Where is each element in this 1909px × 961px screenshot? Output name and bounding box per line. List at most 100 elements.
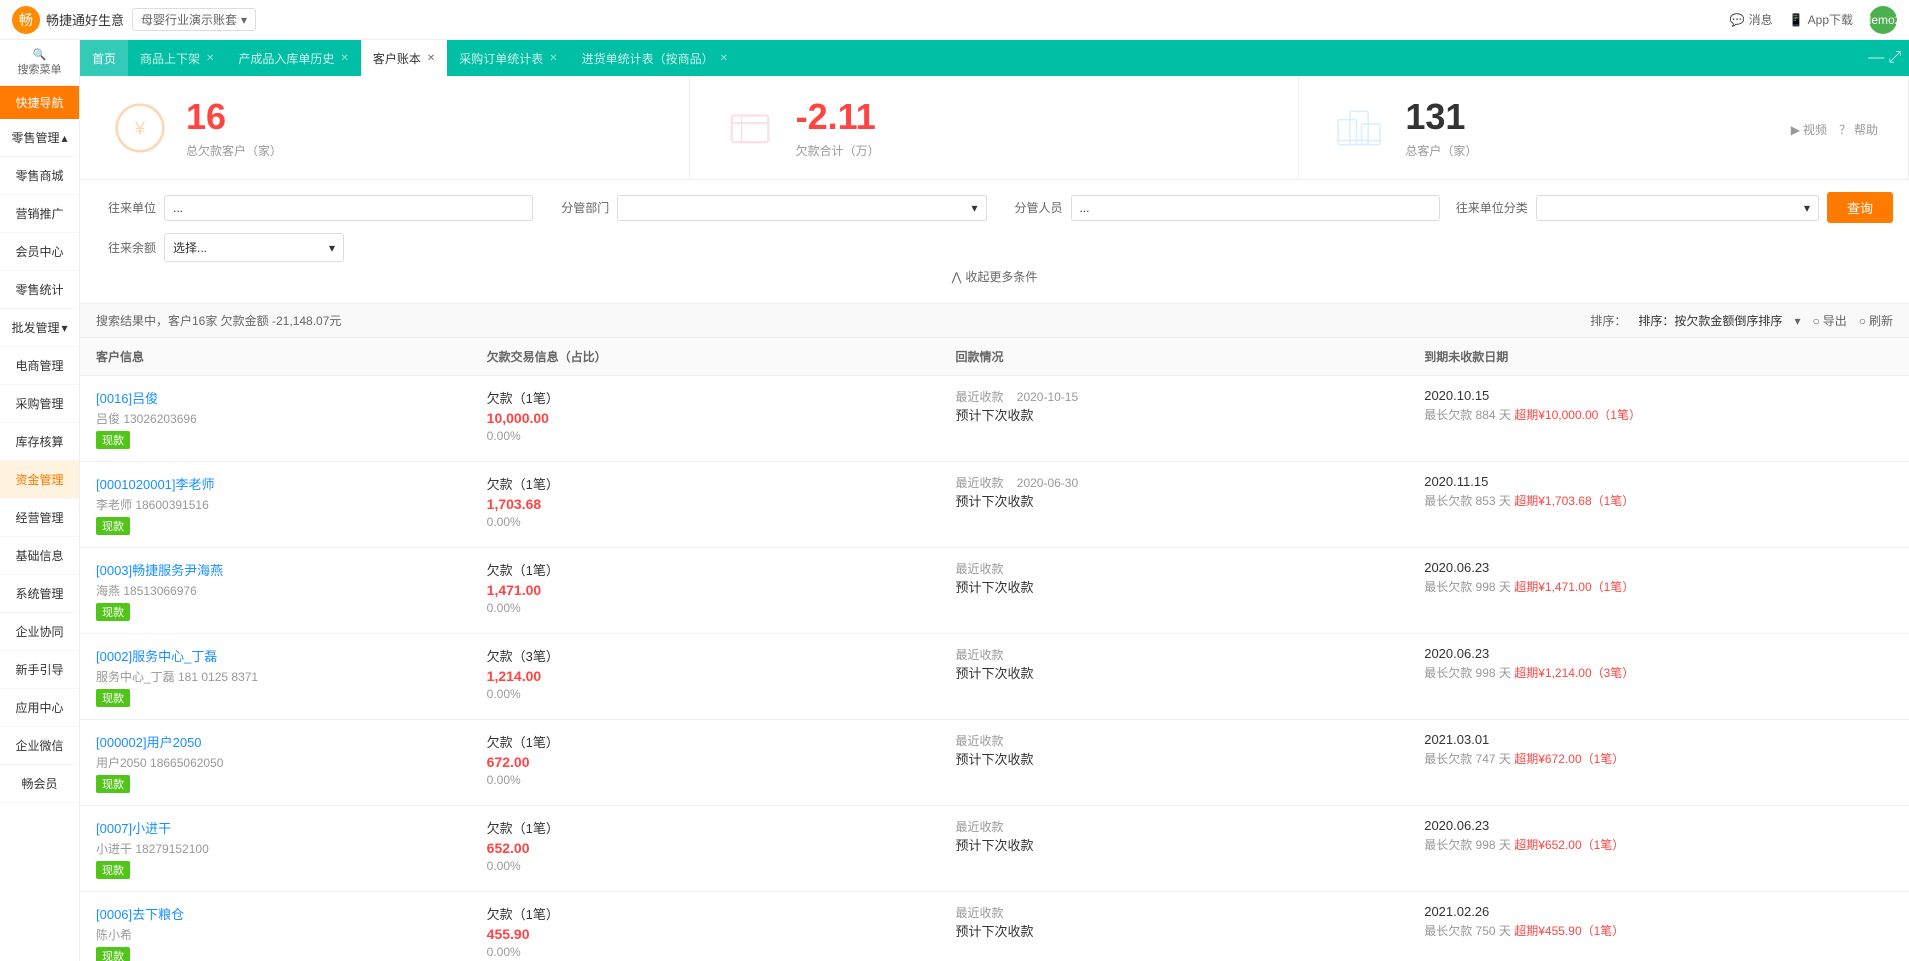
debt-percent-5: 0.00% (487, 859, 956, 873)
customer-name-0[interactable]: [0016]吕俊 (96, 391, 158, 406)
sidebar-item-enterprise-collab[interactable]: 企业协同 (0, 613, 79, 651)
app-download-button[interactable]: 📱 App下载 (1789, 11, 1853, 28)
tab-instock-stats-close[interactable]: ✕ (720, 53, 728, 64)
debt-cell-2: 欠款（1笔） 1,471.00 0.00% (487, 560, 956, 615)
tab-production[interactable]: 产成品入库单历史 ✕ (226, 40, 360, 76)
store-name: 母婴行业演示账套 (141, 11, 237, 28)
col-header-overdue: 到期未收款日期 (1424, 348, 1893, 365)
overdue-link-4[interactable]: 超期¥672.00（1笔） (1514, 752, 1624, 766)
search-button[interactable]: 查询 (1827, 192, 1893, 223)
person-input[interactable]: ... (1071, 195, 1440, 221)
customer-name-4[interactable]: [000002]用户2050 (96, 735, 202, 750)
tab-purchase-stats[interactable]: 采购订单统计表 ✕ (447, 40, 569, 76)
svg-text:¥: ¥ (134, 117, 146, 138)
debt-amount-0[interactable]: 10,000.00 (487, 410, 956, 426)
store-selector[interactable]: 母婴行业演示账套 ▾ (132, 8, 256, 31)
help-button[interactable]: ？ 帮助 (1839, 121, 1878, 138)
sidebar-item-member[interactable]: 畅会员 (0, 765, 79, 803)
overdue-link-3[interactable]: 超期¥1,214.00（3笔） (1514, 666, 1634, 680)
tab-products-close[interactable]: ✕ (206, 53, 214, 64)
membership-label: 会员中心 (15, 245, 63, 259)
balance-select[interactable]: 选择... ▾ (164, 233, 344, 262)
export-button[interactable]: ○ 导出 (1812, 312, 1846, 329)
customer-name-2[interactable]: [0003]畅捷服务尹海燕 (96, 563, 223, 578)
overdue-cell-4: 2021.03.01 最长欠款 747 天 超期¥672.00（1笔） (1424, 732, 1893, 767)
tab-customer-account[interactable]: 客户账本 ✕ (361, 40, 447, 76)
repay-latest-2: 最近收款 (955, 560, 1424, 577)
main-layout: 🔍 搜索菜单 快捷导航 零售管理 ▴ 零售商城 营销推广 会员中心 零售统计 批… (0, 40, 1909, 961)
overdue-link-6[interactable]: 超期¥455.90（1笔） (1514, 924, 1624, 938)
customer-name-6[interactable]: [0006]去下粮仓 (96, 907, 184, 922)
sidebar-item-purchase-mgmt[interactable]: 采购管理 (0, 385, 79, 423)
repay-latest-4: 最近收款 (955, 732, 1424, 749)
sidebar-item-ecommerce[interactable]: 电商管理 (0, 347, 79, 385)
tab-maximize-button[interactable]: ⤢ (1888, 49, 1901, 67)
sidebar-item-inventory[interactable]: 库存核算 (0, 423, 79, 461)
sidebar-item-wholesale-mgmt[interactable]: 批发管理 ▾ (0, 309, 79, 347)
sidebar-item-basic-info[interactable]: 基础信息 (0, 537, 79, 575)
sidebar-item-membership[interactable]: 会员中心 (0, 233, 79, 271)
debt-count-4: 欠款（1笔） (487, 732, 956, 751)
tab-products[interactable]: 商品上下架 ✕ (128, 40, 226, 76)
from-unit-input[interactable]: ... (164, 195, 533, 221)
sidebar-item-operations[interactable]: 经营管理 (0, 499, 79, 537)
logo-area: 畅 畅捷通好生意 (12, 6, 124, 34)
sidebar-quick-nav[interactable]: 快捷导航 (0, 86, 79, 119)
tab-instock-stats[interactable]: 进货单统计表（按商品） ✕ (570, 40, 740, 76)
debt-count-3: 欠款（3笔） (487, 646, 956, 665)
tab-home[interactable]: 首页 (80, 40, 128, 76)
debt-amount-6[interactable]: 455.90 (487, 926, 956, 942)
person-label: 分管人员 (1003, 199, 1063, 216)
message-button[interactable]: 💬 消息 (1730, 11, 1773, 28)
debt-amount-5[interactable]: 652.00 (487, 840, 956, 856)
sidebar-item-retail-mgmt[interactable]: 零售管理 ▴ (0, 119, 79, 157)
tab-customer-account-label: 客户账本 (373, 50, 421, 67)
sidebar-search[interactable]: 🔍 搜索菜单 (0, 40, 79, 86)
debt-amount-2[interactable]: 1,471.00 (487, 582, 956, 598)
sidebar-item-app-center[interactable]: 应用中心 (0, 689, 79, 727)
filter-person: 分管人员 ... (1003, 195, 1440, 221)
debt-amount-3[interactable]: 1,214.00 (487, 668, 956, 684)
overdue-link-5[interactable]: 超期¥652.00（1笔） (1514, 838, 1624, 852)
unit-class-select[interactable]: ▾ (1536, 195, 1819, 221)
dept-select[interactable]: ▾ (617, 195, 986, 221)
refresh-button[interactable]: ○ 刷新 (1859, 312, 1893, 329)
overdue-link-1[interactable]: 超期¥1,703.68（1笔） (1514, 494, 1634, 508)
debt-cell-6: 欠款（1笔） 455.90 0.00% (487, 904, 956, 959)
repay-next-0: 预计下次收款 (955, 405, 1424, 424)
customer-phone-1: 李老师 18600391516 (96, 496, 487, 513)
collapse-icon: ⋀ (952, 270, 962, 284)
sidebar-item-finance[interactable]: 资金管理 (0, 461, 79, 499)
sidebar-item-retail-mall[interactable]: 零售商城 (0, 157, 79, 195)
customer-cell-1: [0001020001]李老师 李老师 18600391516 现款 (96, 474, 487, 535)
sort-arrow: ▾ (1794, 314, 1800, 328)
help-label: 帮助 (1854, 121, 1878, 138)
tab-minimize-button[interactable]: — (1868, 49, 1884, 67)
table-row: [0002]服务中心_丁磊 服务中心_丁磊 181 0125 8371 现款 欠… (80, 634, 1909, 720)
debt-amount-1[interactable]: 1,703.68 (487, 496, 956, 512)
tab-purchase-stats-close[interactable]: ✕ (549, 53, 557, 64)
overdue-link-2[interactable]: 超期¥1,471.00（1笔） (1514, 580, 1634, 594)
customer-name-1[interactable]: [0001020001]李老师 (96, 477, 215, 492)
finance-label: 资金管理 (15, 473, 63, 487)
overdue-link-0[interactable]: 超期¥10,000.00（1笔） (1514, 408, 1641, 422)
debt-percent-0: 0.00% (487, 429, 956, 443)
sort-button[interactable]: 排序：按欠款金额倒序排序 (1638, 312, 1782, 329)
video-button[interactable]: ▶ 视频 (1791, 121, 1827, 138)
debt-amount-4[interactable]: 672.00 (487, 754, 956, 770)
user-avatar[interactable]: demo2 (1869, 6, 1897, 34)
collapse-btn[interactable]: ⋀ 收起更多条件 (96, 268, 1893, 285)
sidebar-item-retail-stats[interactable]: 零售统计 (0, 271, 79, 309)
tab-customer-account-close[interactable]: ✕ (427, 53, 435, 64)
customer-name-3[interactable]: [0002]服务中心_丁磊 (96, 649, 217, 664)
sidebar-item-marketing[interactable]: 营销推广 (0, 195, 79, 233)
results-actions: 排序： 排序：按欠款金额倒序排序 ▾ ○ 导出 ○ 刷新 (1590, 312, 1893, 329)
customer-name-5[interactable]: [0007]小进干 (96, 821, 171, 836)
sidebar-item-system[interactable]: 系统管理 (0, 575, 79, 613)
repay-next-6: 预计下次收款 (955, 921, 1424, 940)
tab-production-close[interactable]: ✕ (340, 53, 348, 64)
sidebar-item-guide[interactable]: 新手引导 (0, 651, 79, 689)
sidebar-item-enterprise-wechat[interactable]: 企业微信 (0, 727, 79, 765)
debt-customers-value: 16 (186, 96, 282, 138)
balance-arrow: ▾ (329, 241, 335, 255)
